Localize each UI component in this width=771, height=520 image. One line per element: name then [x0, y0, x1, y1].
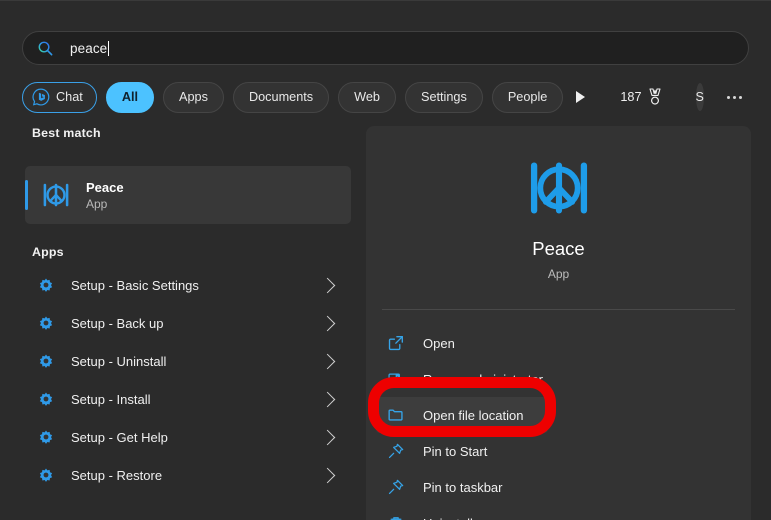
more-tabs-button[interactable]	[576, 83, 586, 111]
tab-settings[interactable]: Settings	[404, 81, 483, 113]
chevron-right-icon[interactable]	[319, 315, 336, 331]
text-caret	[108, 40, 110, 56]
pin-icon	[388, 479, 404, 495]
pin-icon	[388, 443, 404, 459]
gear-icon	[39, 354, 53, 368]
app-preview-panel: Peace App Open Run as administrator Open…	[366, 126, 751, 520]
folder-icon	[388, 409, 403, 421]
list-item[interactable]: Setup - Get Help	[25, 418, 351, 456]
dot	[726, 95, 730, 99]
rewards-medal-icon	[648, 88, 661, 105]
tab-apps-label: Apps	[179, 90, 208, 104]
rewards-count: 187	[620, 90, 642, 104]
best-match-result-peace[interactable]: Peace App	[25, 166, 351, 224]
tab-web[interactable]: Web	[338, 81, 396, 113]
action-uninstall-label: Uninstall	[423, 516, 473, 520]
tab-settings-label: Settings	[420, 90, 467, 104]
action-open[interactable]: Open	[376, 325, 741, 361]
selection-indicator	[25, 180, 28, 210]
trash-icon	[390, 517, 402, 520]
best-match-text: Peace App	[86, 179, 124, 212]
bing-chat-icon	[32, 88, 50, 106]
peace-app-icon	[43, 183, 69, 207]
action-uninstall[interactable]: Uninstall	[376, 505, 741, 520]
gear-icon	[39, 468, 53, 482]
list-item[interactable]: Setup - Uninstall	[25, 342, 351, 380]
results-left-column: Best match Peace App Apps Setup - Basic …	[0, 126, 360, 520]
gear-icon	[39, 278, 53, 292]
best-match-title: Peace	[86, 179, 124, 195]
action-pin-to-start[interactable]: Pin to Start	[376, 433, 741, 469]
list-item[interactable]: Setup - Back up	[25, 304, 351, 342]
chevron-right-icon[interactable]	[319, 467, 336, 483]
chevron-right-icon[interactable]	[319, 277, 336, 293]
best-match-heading: Best match	[32, 126, 101, 140]
tab-people-label: People	[507, 90, 548, 104]
list-item-label: Setup - Restore	[71, 467, 163, 483]
open-external-icon	[388, 336, 403, 351]
search-input[interactable]: peace	[22, 31, 749, 65]
preview-divider	[382, 309, 735, 310]
list-item-label: Setup - Get Help	[71, 429, 168, 445]
apps-heading: Apps	[32, 245, 64, 259]
shield-admin-icon	[388, 373, 400, 385]
apps-result-list: Setup - Basic Settings Setup - Back up S…	[25, 266, 351, 494]
tab-people[interactable]: People	[491, 81, 564, 113]
best-match-subtitle: App	[86, 196, 108, 211]
action-open-file-location[interactable]: Open file location	[376, 397, 548, 433]
action-pin-to-taskbar-label: Pin to taskbar	[423, 479, 503, 495]
filter-tab-bar: Chat All Apps Documents Web Settings Peo…	[22, 81, 761, 113]
list-item-label: Setup - Uninstall	[71, 353, 167, 369]
tab-all[interactable]: All	[105, 81, 155, 113]
chevron-right-icon[interactable]	[319, 429, 336, 445]
search-icon	[38, 41, 53, 55]
action-pin-to-start-label: Pin to Start	[423, 443, 488, 459]
account-avatar[interactable]: S	[695, 83, 704, 111]
gear-icon	[39, 316, 53, 330]
list-item-label: Setup - Basic Settings	[71, 277, 199, 293]
gear-icon	[39, 392, 53, 406]
tab-apps[interactable]: Apps	[163, 81, 224, 113]
list-item[interactable]: Setup - Basic Settings	[25, 266, 351, 304]
action-pin-to-taskbar[interactable]: Pin to taskbar	[376, 469, 741, 505]
play-icon	[576, 91, 586, 103]
list-item[interactable]: Setup - Install	[25, 380, 351, 418]
tab-documents[interactable]: Documents	[232, 81, 330, 113]
dot	[732, 95, 736, 99]
action-open-label: Open	[423, 335, 455, 351]
tab-web-label: Web	[354, 90, 380, 104]
action-run-as-administrator[interactable]: Run as administrator	[376, 361, 741, 397]
rewards-indicator[interactable]: 187	[620, 88, 662, 106]
tab-chat-label: Chat	[56, 90, 83, 104]
preview-app-title: Peace	[532, 238, 585, 259]
peace-app-icon	[530, 162, 587, 214]
tab-documents-label: Documents	[248, 90, 314, 104]
list-item-label: Setup - Back up	[71, 315, 164, 331]
dot	[738, 95, 742, 99]
action-open-file-location-label: Open file location	[423, 407, 524, 423]
gear-icon	[39, 430, 53, 444]
window-top-edge	[0, 0, 771, 1]
search-query-text: peace	[70, 40, 108, 56]
action-run-as-administrator-label: Run as administrator	[423, 371, 543, 387]
chevron-right-icon[interactable]	[319, 353, 336, 369]
more-options-icon[interactable]	[726, 83, 742, 111]
preview-app-subtitle: App	[547, 267, 570, 281]
tab-chat[interactable]: Chat	[22, 81, 97, 113]
list-item[interactable]: Setup - Restore	[25, 456, 351, 494]
list-item-label: Setup - Install	[71, 391, 151, 407]
chevron-right-icon[interactable]	[319, 391, 336, 407]
app-actions-list: Open Run as administrator Open file loca…	[376, 325, 741, 520]
avatar-initial: S	[695, 90, 704, 104]
tab-all-label: All	[121, 90, 139, 104]
